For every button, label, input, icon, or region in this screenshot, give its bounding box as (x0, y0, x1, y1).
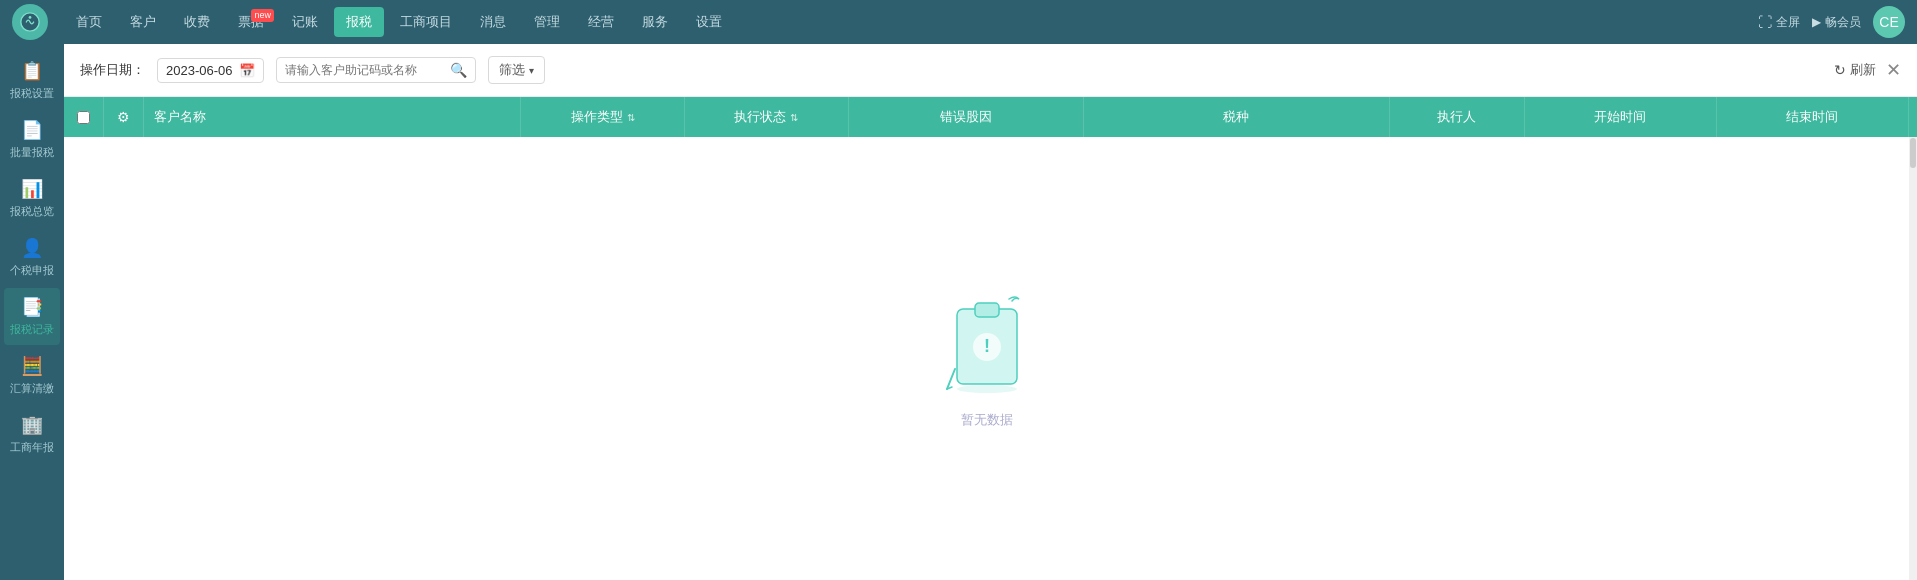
th-tax-type: 税种 (1084, 97, 1390, 137)
avatar[interactable]: CE (1873, 6, 1905, 38)
table-body-wrapper: ! 暂无数据 (64, 137, 1917, 580)
nav-item-首页[interactable]: 首页 (64, 7, 114, 37)
refresh-label: 刷新 (1850, 61, 1876, 79)
sidebar-item-huisuanshenqing[interactable]: 🧮 汇算清缴 (4, 347, 60, 404)
scrollbar-track[interactable] (1909, 137, 1917, 580)
fullscreen-button[interactable]: ⛶ 全屏 (1758, 14, 1800, 31)
sort-icon-exec-status: ⇅ (790, 112, 798, 123)
table-body: ! 暂无数据 (64, 137, 1909, 580)
sidebar-label-baoshuizonglan: 报税总览 (10, 204, 54, 219)
nav-items: 首页客户收费票据new记账报税工商项目消息管理经营服务设置 (64, 7, 1758, 37)
empty-illustration: ! (937, 289, 1037, 399)
table-header: ⚙ 客户名称 操作类型 ⇅ 执行状态 ⇅ 错误股因 税种 (64, 97, 1917, 137)
search-wrapper[interactable]: 🔍 (276, 57, 476, 83)
svg-point-9 (957, 385, 1017, 393)
select-all-checkbox[interactable] (77, 111, 90, 124)
svg-text:!: ! (984, 336, 990, 356)
sidebar-label-huisuanshenqing: 汇算清缴 (10, 381, 54, 396)
sidebar-icon-baoshujilu: 📑 (21, 296, 43, 318)
sidebar-item-piliangshuiwu[interactable]: 📄 批量报税 (4, 111, 60, 168)
sidebar: 📋 报税设置 📄 批量报税 📊 报税总览 👤 个税申报 📑 报税记录 🧮 汇算清缴 🏢 工商年报 (0, 44, 64, 580)
sidebar-label-piliangshuiwu: 批量报税 (10, 145, 54, 160)
table-container: ⚙ 客户名称 操作类型 ⇅ 执行状态 ⇅ 错误股因 税种 (64, 97, 1917, 580)
filter-button[interactable]: 筛选 ▾ (488, 56, 545, 84)
sidebar-item-geshuishenbao[interactable]: 👤 个税申报 (4, 229, 60, 286)
scrollbar-thumb[interactable] (1910, 138, 1916, 168)
sidebar-item-baoshuizonglan[interactable]: 📊 报税总览 (4, 170, 60, 227)
sidebar-label-gongshangnianbo: 工商年报 (10, 440, 54, 455)
search-input[interactable] (285, 63, 444, 77)
th-exec-status[interactable]: 执行状态 ⇅ (685, 97, 849, 137)
sidebar-icon-baoshuishezhi: 📋 (21, 60, 43, 82)
nav-item-经营[interactable]: 经营 (576, 7, 626, 37)
nav-item-报税[interactable]: 报税 (334, 7, 384, 37)
date-value: 2023-06-06 (166, 63, 233, 78)
sidebar-label-baoshujilu: 报税记录 (10, 322, 54, 337)
th-error-reason: 错误股因 (849, 97, 1084, 137)
sidebar-label-baoshuishezhi: 报税设置 (10, 86, 54, 101)
date-picker[interactable]: 2023-06-06 📅 (157, 58, 264, 83)
sort-icon-op-type: ⇅ (627, 112, 635, 123)
refresh-button[interactable]: ↻ 刷新 (1834, 61, 1876, 79)
app-logo[interactable] (12, 4, 48, 40)
sidebar-icon-piliangshuiwu: 📄 (21, 119, 43, 141)
member-button[interactable]: ▶ 畅会员 (1812, 14, 1861, 31)
th-settings[interactable]: ⚙ (104, 97, 144, 137)
nav-item-客户[interactable]: 客户 (118, 7, 168, 37)
th-executor: 执行人 (1390, 97, 1525, 137)
nav-item-票据[interactable]: 票据new (226, 7, 276, 37)
svg-rect-4 (975, 303, 999, 317)
filter-label: 筛选 (499, 61, 525, 79)
nav-item-工商项目[interactable]: 工商项目 (388, 7, 464, 37)
nav-item-管理[interactable]: 管理 (522, 7, 572, 37)
svg-line-7 (947, 369, 955, 389)
sidebar-item-baoshujilu[interactable]: 📑 报税记录 (4, 288, 60, 345)
nav-item-设置[interactable]: 设置 (684, 7, 734, 37)
top-navigation: 首页客户收费票据new记账报税工商项目消息管理经营服务设置 ⛶ 全屏 ▶ 畅会员… (0, 0, 1917, 44)
sidebar-item-gongshangnianbo[interactable]: 🏢 工商年报 (4, 406, 60, 463)
svg-point-1 (29, 16, 32, 19)
sidebar-label-geshuishenbao: 个税申报 (10, 263, 54, 278)
nav-item-消息[interactable]: 消息 (468, 7, 518, 37)
sidebar-icon-huisuanshenqing: 🧮 (21, 355, 43, 377)
content-area: 操作日期： 2023-06-06 📅 🔍 筛选 ▾ ↻ 刷新 ✕ (64, 44, 1917, 580)
th-start-time: 开始时间 (1525, 97, 1717, 137)
nav-item-服务[interactable]: 服务 (630, 7, 680, 37)
th-op-type[interactable]: 操作类型 ⇅ (521, 97, 685, 137)
date-label: 操作日期： (80, 61, 145, 79)
th-checkbox[interactable] (64, 97, 104, 137)
sidebar-icon-gongshangnianbo: 🏢 (21, 414, 43, 436)
toolbar-right: ↻ 刷新 ✕ (1834, 61, 1901, 79)
sidebar-item-baoshuishezhi[interactable]: 📋 报税设置 (4, 52, 60, 109)
th-name: 客户名称 (144, 97, 521, 137)
settings-icon: ⚙ (117, 109, 130, 125)
nav-item-收费[interactable]: 收费 (172, 7, 222, 37)
close-button[interactable]: ✕ (1886, 61, 1901, 79)
calendar-icon: 📅 (239, 63, 255, 78)
empty-text: 暂无数据 (961, 411, 1013, 429)
nav-item-记账[interactable]: 记账 (280, 7, 330, 37)
chevron-down-icon: ▾ (529, 65, 534, 76)
search-icon: 🔍 (450, 62, 467, 78)
empty-state: ! 暂无数据 (917, 269, 1057, 449)
nav-badge: new (251, 9, 274, 22)
toolbar: 操作日期： 2023-06-06 📅 🔍 筛选 ▾ ↻ 刷新 ✕ (64, 44, 1917, 97)
main-layout: 📋 报税设置 📄 批量报税 📊 报税总览 👤 个税申报 📑 报税记录 🧮 汇算清缴 🏢 工商年报 操作日期… (0, 44, 1917, 580)
top-nav-right: ⛶ 全屏 ▶ 畅会员 CE (1758, 6, 1905, 38)
th-end-time: 结束时间 (1717, 97, 1909, 137)
refresh-icon: ↻ (1834, 62, 1846, 78)
sidebar-icon-geshuishenbao: 👤 (21, 237, 43, 259)
sidebar-icon-baoshuizonglan: 📊 (21, 178, 43, 200)
